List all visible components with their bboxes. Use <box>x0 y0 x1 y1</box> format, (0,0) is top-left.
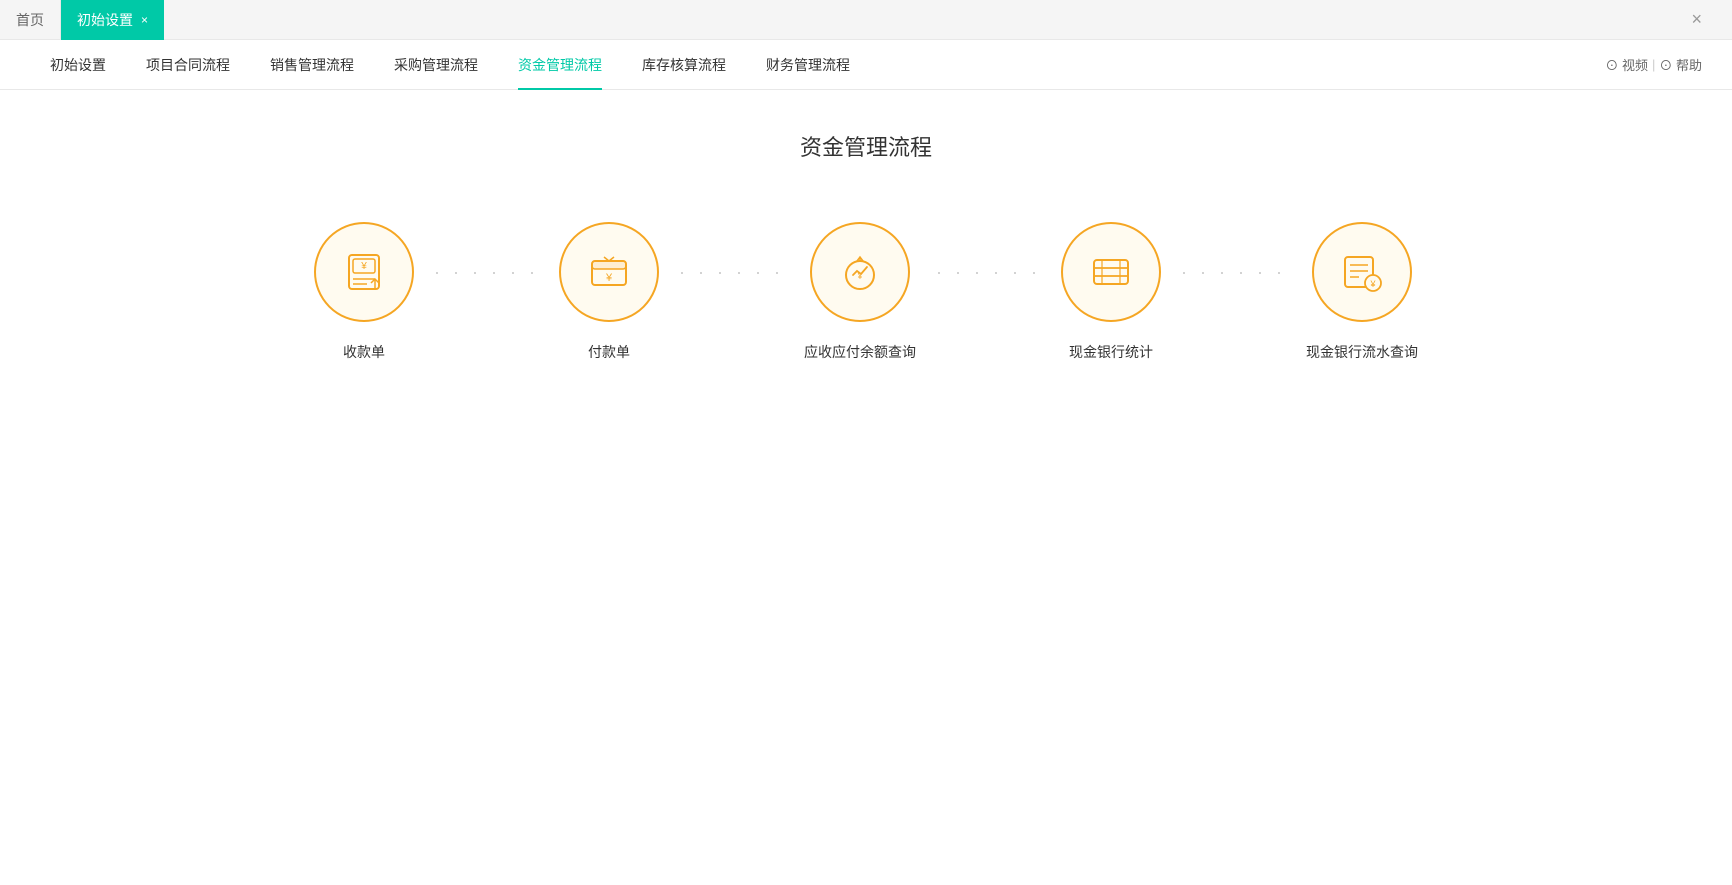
receipts-label: 收款单 <box>343 342 385 362</box>
svg-text:¥: ¥ <box>1369 279 1376 289</box>
flow-dots-1: · · · · · · <box>414 262 559 323</box>
flow-item-receipts[interactable]: ¥ 收款单 <box>314 222 414 362</box>
cash-bank-label: 现金银行统计 <box>1069 342 1153 362</box>
main-content: 资金管理流程 ¥ 收款单 · · · · · · <box>0 90 1732 402</box>
receipts-icon: ¥ <box>339 247 389 297</box>
nav-divider: | <box>1652 57 1655 72</box>
balance-icon: ¥ <box>835 247 885 297</box>
payment-icon-circle: ¥ <box>559 222 659 322</box>
flow-container: ¥ 收款单 · · · · · · ¥ <box>60 222 1672 362</box>
active-tab-label: 初始设置 <box>77 10 133 30</box>
nav-item-project[interactable]: 项目合同流程 <box>126 40 250 90</box>
video-link[interactable]: ⊙ 视频 <box>1605 55 1648 74</box>
nav-item-purchase[interactable]: 采购管理流程 <box>374 40 498 90</box>
flow-dots-2: · · · · · · <box>659 262 804 323</box>
nav-right-actions: ⊙ 视频 | ⊙ 帮助 <box>1605 55 1702 74</box>
nav-item-sales[interactable]: 销售管理流程 <box>250 40 374 90</box>
help-link[interactable]: ⊙ 帮助 <box>1659 55 1702 74</box>
cash-flow-icon: ¥ <box>1337 247 1387 297</box>
flow-item-cash-flow[interactable]: ¥ 现金银行流水查询 <box>1306 222 1418 362</box>
cash-bank-icon <box>1086 247 1136 297</box>
balance-icon-circle: ¥ <box>810 222 910 322</box>
nav-bar: 初始设置 项目合同流程 销售管理流程 采购管理流程 资金管理流程 库存核算流程 … <box>0 40 1732 90</box>
home-tab[interactable]: 首页 <box>0 0 61 40</box>
flow-item-cash-bank[interactable]: 现金银行统计 <box>1061 222 1161 362</box>
payment-label: 付款单 <box>588 342 630 362</box>
flow-item-payment[interactable]: ¥ 付款单 <box>559 222 659 362</box>
cash-bank-icon-circle <box>1061 222 1161 322</box>
payment-icon: ¥ <box>584 247 634 297</box>
top-bar: 首页 初始设置 × × <box>0 0 1732 40</box>
balance-label: 应收应付余额查询 <box>804 342 916 362</box>
active-tab-close-icon[interactable]: × <box>141 13 148 27</box>
svg-text:¥: ¥ <box>857 272 863 281</box>
svg-text:¥: ¥ <box>605 272 613 284</box>
top-bar-right: × <box>1661 9 1732 30</box>
window-close-button[interactable]: × <box>1681 9 1712 30</box>
cash-flow-label: 现金银行流水查询 <box>1306 342 1418 362</box>
nav-item-fund[interactable]: 资金管理流程 <box>498 40 622 90</box>
nav-item-init[interactable]: 初始设置 <box>30 40 126 90</box>
svg-text:¥: ¥ <box>360 261 367 272</box>
nav-item-inventory[interactable]: 库存核算流程 <box>622 40 746 90</box>
flow-dots-4: · · · · · · <box>1161 262 1306 323</box>
home-tab-label: 首页 <box>16 10 44 30</box>
nav-item-finance[interactable]: 财务管理流程 <box>746 40 870 90</box>
page-title: 资金管理流程 <box>60 130 1672 162</box>
flow-dots-3: · · · · · · <box>916 262 1061 323</box>
receipts-icon-circle: ¥ <box>314 222 414 322</box>
cash-flow-icon-circle: ¥ <box>1312 222 1412 322</box>
active-tab[interactable]: 初始设置 × <box>61 0 164 40</box>
flow-item-balance[interactable]: ¥ 应收应付余额查询 <box>804 222 916 362</box>
